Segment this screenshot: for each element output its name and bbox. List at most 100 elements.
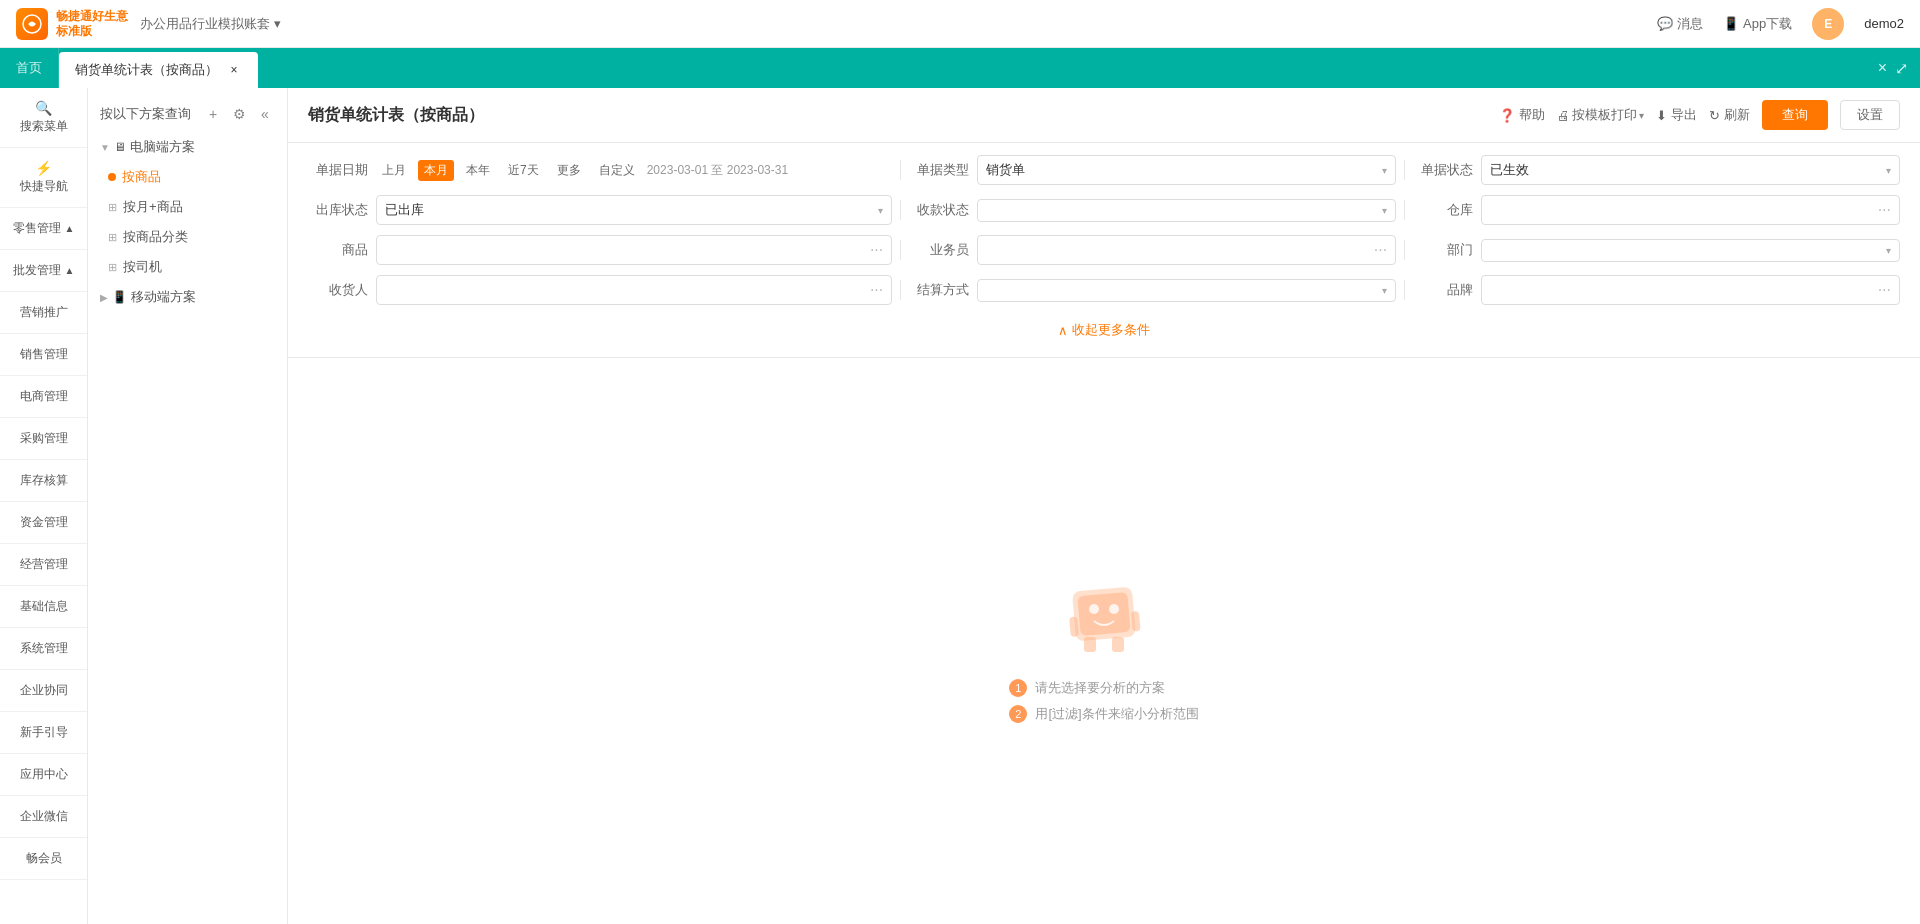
warehouse-label: 仓库 — [1413, 201, 1473, 219]
date-tag-custom[interactable]: 自定义 — [593, 160, 641, 181]
left-panel-header-actions: + ⚙ « — [203, 104, 275, 124]
divider-6 — [1404, 240, 1405, 260]
sidebar-item-purchase[interactable]: 采购管理 — [0, 418, 87, 460]
filter-receipt-status: 收款状态 ▾ — [909, 199, 1396, 222]
collapse-bar[interactable]: ∧ 收起更多条件 — [308, 315, 1900, 345]
sidebar-item-app-center[interactable]: 应用中心 — [0, 754, 87, 796]
out-status-control[interactable]: 已出库 ▾ — [376, 195, 892, 225]
product-control[interactable]: ··· — [376, 235, 892, 265]
left-panel-header: 按以下方案查询 + ⚙ « — [88, 96, 287, 132]
filter-brand: 品牌 ··· — [1413, 275, 1900, 305]
sidebar-item-ecommerce[interactable]: 电商管理 — [0, 376, 87, 418]
add-scheme-button[interactable]: + — [203, 104, 223, 124]
sidebar-item-finance[interactable]: 资金管理 — [0, 502, 87, 544]
collapse-panel-button[interactable]: « — [255, 104, 275, 124]
divider-5 — [900, 240, 901, 260]
tab-close-window-icon[interactable]: × — [1878, 59, 1887, 77]
tab-home[interactable]: 首页 — [0, 48, 59, 88]
tree-item-by-product-category[interactable]: ⊞ 按商品分类 — [88, 222, 287, 252]
sidebar-item-wholesale[interactable]: 批发管理 ▲ — [0, 250, 87, 292]
query-button[interactable]: 查询 — [1762, 100, 1828, 130]
workspace-selector[interactable]: 办公用品行业模拟账套 ▾ — [140, 15, 281, 33]
sidebar-item-marketing[interactable]: 营销推广 — [0, 292, 87, 334]
grid-icon-1: ⊞ — [108, 201, 117, 214]
department-label: 部门 — [1413, 241, 1473, 259]
page-title: 销货单统计表（按商品） — [308, 105, 484, 138]
doc-status-value: 已生效 — [1490, 161, 1882, 179]
doc-type-control[interactable]: 销货单 ▾ — [977, 155, 1396, 185]
print-icon: 🖨 — [1557, 108, 1570, 123]
tab-expand-icon[interactable]: ⤢ — [1895, 59, 1908, 78]
app-download-action[interactable]: 📱 App下载 — [1723, 15, 1792, 33]
filter-row-2: 出库状态 已出库 ▾ 收款状态 ▾ — [308, 195, 1900, 225]
product-dots[interactable]: ··· — [870, 241, 883, 259]
sidebar-item-membership[interactable]: 畅会员 — [0, 838, 87, 880]
sidebar-item-sales[interactable]: 销售管理 — [0, 334, 87, 376]
receipt-status-label: 收款状态 — [909, 201, 969, 219]
date-tag-7days[interactable]: 近7天 — [502, 160, 545, 181]
settings-scheme-button[interactable]: ⚙ — [229, 104, 249, 124]
doc-type-chevron: ▾ — [1382, 165, 1387, 176]
brand-dots[interactable]: ··· — [1878, 281, 1891, 299]
salesperson-label: 业务员 — [909, 241, 969, 259]
doc-status-control[interactable]: 已生效 ▾ — [1481, 155, 1900, 185]
receiver-label: 收货人 — [308, 281, 368, 299]
date-tag-last-month[interactable]: 上月 — [376, 160, 412, 181]
tree-desktop-group[interactable]: ▼ 🖥 电脑端方案 — [88, 132, 287, 162]
receiver-control[interactable]: ··· — [376, 275, 892, 305]
print-action[interactable]: 🖨 按模板打印 ▾ — [1557, 106, 1644, 124]
date-tag-this-year[interactable]: 本年 — [460, 160, 496, 181]
warehouse-control[interactable]: ··· — [1481, 195, 1900, 225]
tree-item-by-month-product[interactable]: ⊞ 按月+商品 — [88, 192, 287, 222]
date-tag-this-month[interactable]: 本月 — [418, 160, 454, 181]
salesperson-control[interactable]: ··· — [977, 235, 1396, 265]
payment-method-control[interactable]: ▾ — [977, 279, 1396, 302]
export-action[interactable]: ⬇ 导出 — [1656, 106, 1697, 124]
empty-tip-1: 1 请先选择要分析的方案 — [1009, 679, 1198, 697]
brand-control[interactable]: ··· — [1481, 275, 1900, 305]
search-icon: 🔍 — [35, 100, 52, 116]
tab-bar-actions: × ⤢ — [1866, 48, 1920, 88]
tab-sales-stat[interactable]: 销货单统计表（按商品） × — [59, 52, 258, 88]
tree-mobile-group[interactable]: ▶ 📱 移动端方案 — [88, 282, 287, 312]
sidebar-item-onboarding[interactable]: 新手引导 — [0, 712, 87, 754]
sidebar-item-enterprise-wechat[interactable]: 企业微信 — [0, 796, 87, 838]
message-action[interactable]: 💬 消息 — [1657, 15, 1703, 33]
divider-4 — [1404, 200, 1405, 220]
username: demo2 — [1864, 16, 1904, 31]
help-action[interactable]: ❓ 帮助 — [1499, 106, 1545, 124]
salesperson-dots[interactable]: ··· — [1374, 241, 1387, 259]
avatar[interactable]: E — [1812, 8, 1844, 40]
sidebar-item-search[interactable]: 🔍 搜索菜单 — [0, 88, 87, 148]
sidebar-item-operations[interactable]: 经营管理 — [0, 544, 87, 586]
sidebar-item-quick-nav[interactable]: ⚡ 快捷导航 — [0, 148, 87, 208]
sidebar-item-system[interactable]: 系统管理 — [0, 628, 87, 670]
sidebar-item-retail[interactable]: 零售管理 ▲ — [0, 208, 87, 250]
department-chevron: ▾ — [1886, 245, 1891, 256]
tree-item-by-product[interactable]: 按商品 — [88, 162, 287, 192]
print-dropdown-icon: ▾ — [1639, 110, 1644, 121]
filter-department: 部门 ▾ — [1413, 239, 1900, 262]
warehouse-dots[interactable]: ··· — [1878, 201, 1891, 219]
refresh-action[interactable]: ↻ 刷新 — [1709, 106, 1750, 124]
filter-row-4: 收货人 ··· 结算方式 ▾ — [308, 275, 1900, 305]
sidebar: 🔍 搜索菜单 ⚡ 快捷导航 零售管理 ▲ 批发管理 ▲ 营销推广 销售管理 电商… — [0, 88, 88, 924]
empty-tip-2: 2 用[过滤]条件来缩小分析范围 — [1009, 705, 1198, 723]
svg-rect-7 — [1084, 637, 1096, 652]
tab-close-icon[interactable]: × — [226, 62, 242, 78]
filter-salesperson: 业务员 ··· — [909, 235, 1396, 265]
receipt-status-control[interactable]: ▾ — [977, 199, 1396, 222]
empty-tips: 1 请先选择要分析的方案 2 用[过滤]条件来缩小分析范围 — [1009, 679, 1198, 723]
sidebar-item-basic-info[interactable]: 基础信息 — [0, 586, 87, 628]
receipt-status-chevron: ▾ — [1382, 205, 1387, 216]
receiver-dots[interactable]: ··· — [870, 281, 883, 299]
date-tag-more[interactable]: 更多 — [551, 160, 587, 181]
settings-button[interactable]: 设置 — [1840, 100, 1900, 130]
sidebar-item-inventory[interactable]: 库存核算 — [0, 460, 87, 502]
tree-item-by-cashier[interactable]: ⊞ 按司机 — [88, 252, 287, 282]
filter-row-1: 单据日期 上月 本月 本年 近7天 更多 自定义 2023-03-01 至 20… — [308, 155, 1900, 185]
app-icon: 📱 — [1723, 16, 1739, 31]
department-control[interactable]: ▾ — [1481, 239, 1900, 262]
out-status-value: 已出库 — [385, 201, 874, 219]
sidebar-item-cooperation[interactable]: 企业协同 — [0, 670, 87, 712]
